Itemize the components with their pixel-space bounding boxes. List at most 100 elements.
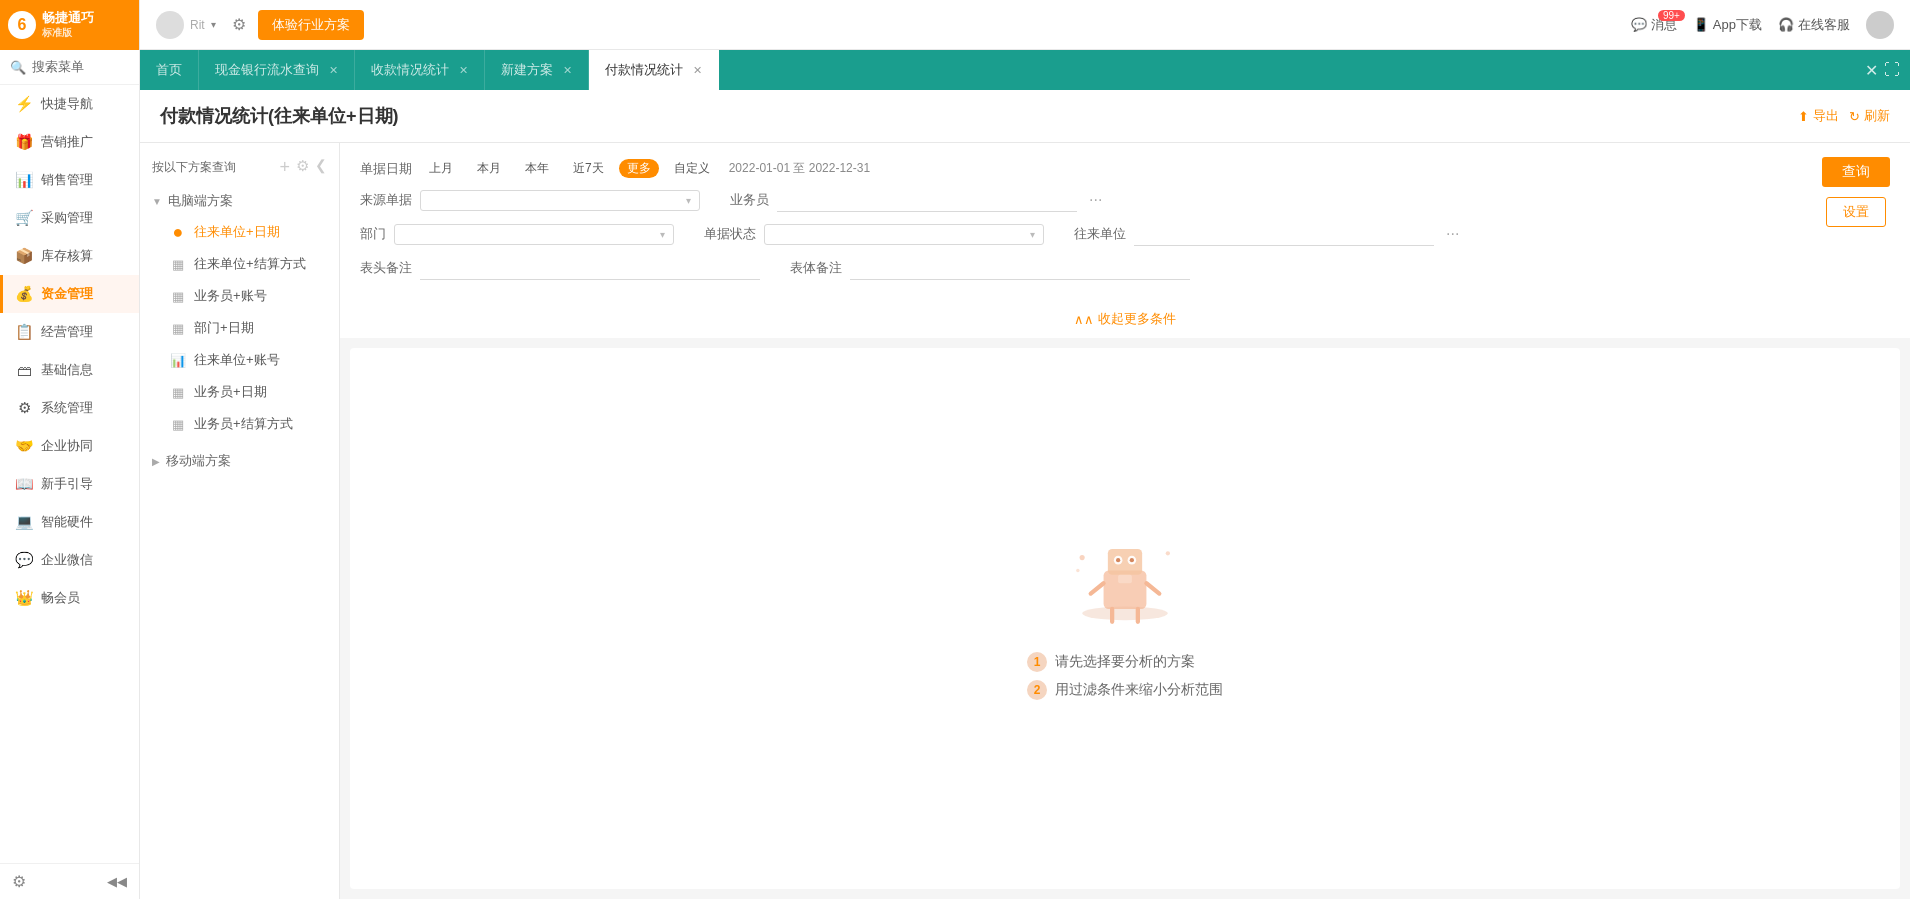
date-more-btn[interactable]: 更多 xyxy=(619,159,659,178)
sidebar-item-system[interactable]: ⚙系统管理 xyxy=(0,389,139,427)
pc-scheme-group-header[interactable]: ▼ 电脑端方案 xyxy=(140,186,339,216)
sidebar-item-hardware[interactable]: 💻智能硬件 xyxy=(0,503,139,541)
pc-group-label: 电脑端方案 xyxy=(168,192,233,210)
mobile-group-arrow-icon: ▶ xyxy=(152,456,160,467)
staff-dots-icon[interactable]: ··· xyxy=(1089,191,1102,209)
sidebar: 6 畅捷通巧 标准版 🔍 搜索菜单 ⚡快捷导航 🎁营销推广 📊销售管理 🛒采购管… xyxy=(0,0,140,899)
date-range-value: 2022-01-01 至 2022-12-31 xyxy=(729,160,870,177)
filter-left: 单据日期 上月 本月 本年 近7天 更多 自定义 2022-01-01 至 20… xyxy=(360,157,1802,290)
close-all-tabs-button[interactable]: ✕ xyxy=(1865,61,1878,80)
scheme-item-staff-date[interactable]: ▦ 业务员+日期 xyxy=(140,376,339,408)
sidebar-item-basic[interactable]: 🗃基础信息 xyxy=(0,351,139,389)
staff-label: 业务员 xyxy=(730,191,769,209)
status-select[interactable]: ▾ xyxy=(764,224,1044,245)
tab-bank-label: 现金银行流水查询 xyxy=(215,61,319,79)
refresh-button[interactable]: ↻ 刷新 xyxy=(1849,107,1890,125)
trial-industry-button[interactable]: 体验行业方案 xyxy=(258,10,364,40)
export-button[interactable]: ⬆ 导出 xyxy=(1798,107,1839,125)
body-wrapper: 按以下方案查询 + ⚙ ❮ ▼ 电脑端方案 ● 往来单位+日期 xyxy=(140,143,1910,899)
source-filter: 来源单据 ▾ xyxy=(360,190,700,211)
scheme-item-unit-date[interactable]: ● 往来单位+日期 xyxy=(140,216,339,248)
tab-receipt-close-icon[interactable]: ✕ xyxy=(459,64,468,77)
sales-icon: 📊 xyxy=(15,171,33,189)
unit-filter: 往来单位 ··· xyxy=(1074,222,1459,246)
search-menu[interactable]: 🔍 搜索菜单 xyxy=(0,50,139,85)
expand-tab-button[interactable]: ⛶ xyxy=(1884,61,1900,79)
date-last-month-btn[interactable]: 上月 xyxy=(420,157,462,180)
refresh-label: 刷新 xyxy=(1864,107,1890,125)
tab-new-scheme[interactable]: 新建方案 ✕ xyxy=(485,50,589,90)
tab-bank-close-icon[interactable]: ✕ xyxy=(329,64,338,77)
query-button[interactable]: 查询 xyxy=(1822,157,1890,187)
topbar-settings-icon[interactable]: ⚙ xyxy=(232,15,246,34)
footer-collapse-icon[interactable]: ◀◀ xyxy=(107,874,127,889)
header-note-input[interactable] xyxy=(420,256,760,280)
sidebar-item-inventory[interactable]: 📦库存核算 xyxy=(0,237,139,275)
tab-payment-close-icon[interactable]: ✕ xyxy=(693,64,702,77)
topbar: Rit ▾ ⚙ 体验行业方案 💬 消息 99+ 📱 App下载 🎧 在线客服 xyxy=(140,0,1910,50)
date-last-7-days-btn[interactable]: 近7天 xyxy=(564,157,613,180)
staff-input[interactable] xyxy=(777,188,1077,212)
sidebar-item-purchase[interactable]: 🛒采购管理 xyxy=(0,199,139,237)
sidebar-item-newbie[interactable]: 📖新手引导 xyxy=(0,465,139,503)
scheme-panel-actions: + ⚙ ❮ xyxy=(279,157,327,178)
source-select[interactable]: ▾ xyxy=(420,190,700,211)
status-chevron-icon: ▾ xyxy=(1030,229,1035,240)
pc-group-arrow-icon: ▼ xyxy=(152,196,162,207)
scheme-item-unit-account[interactable]: 📊 往来单位+账号 xyxy=(140,344,339,376)
page-title: 付款情况统计(往来单位+日期) xyxy=(160,104,399,128)
scheme-item-staff-account[interactable]: ▦ 业务员+账号 xyxy=(140,280,339,312)
tab-bank[interactable]: 现金银行流水查询 ✕ xyxy=(199,50,355,90)
scheme-settings-icon[interactable]: ⚙ xyxy=(296,157,309,178)
sidebar-item-finance[interactable]: 💰资金管理 xyxy=(0,275,139,313)
settings-button[interactable]: 设置 xyxy=(1826,197,1886,227)
tab-payment[interactable]: 付款情况统计 ✕ xyxy=(589,50,719,90)
sidebar-item-operation[interactable]: 📋经营管理 xyxy=(0,313,139,351)
profile-chevron-icon[interactable]: ▾ xyxy=(211,19,216,30)
user-avatar[interactable] xyxy=(1866,11,1894,39)
sidebar-item-marketing[interactable]: 🎁营销推广 xyxy=(0,123,139,161)
filter-row-1: 单据日期 上月 本月 本年 近7天 更多 自定义 2022-01-01 至 20… xyxy=(360,157,1890,290)
add-scheme-icon[interactable]: + xyxy=(279,157,290,178)
profile-name: Rit xyxy=(190,18,205,32)
tab-home[interactable]: 首页 xyxy=(140,50,199,90)
svg-point-13 xyxy=(1076,569,1079,572)
date-this-month-btn[interactable]: 本月 xyxy=(468,157,510,180)
date-custom-btn[interactable]: 自定义 xyxy=(665,157,719,180)
online-service-button[interactable]: 🎧 在线客服 xyxy=(1778,16,1850,34)
scheme-item-dept-date[interactable]: ▦ 部门+日期 xyxy=(140,312,339,344)
operation-icon: 📋 xyxy=(15,323,33,341)
sidebar-item-wechat[interactable]: 💬企业微信 xyxy=(0,541,139,579)
marketing-icon: 🎁 xyxy=(15,133,33,151)
query-actions-col: 查询 设置 xyxy=(1802,157,1890,227)
body-note-input[interactable] xyxy=(850,256,1190,280)
sidebar-item-enterprise[interactable]: 🤝企业协同 xyxy=(0,427,139,465)
unit-dots-icon[interactable]: ··· xyxy=(1446,225,1459,243)
sidebar-item-member[interactable]: 👑畅会员 xyxy=(0,579,139,617)
dept-select[interactable]: ▾ xyxy=(394,224,674,245)
filter-row-3-inner: 部门 ▾ 单据状态 xyxy=(360,222,1802,246)
sidebar-nav: ⚡快捷导航 🎁营销推广 📊销售管理 🛒采购管理 📦库存核算 💰资金管理 📋经营管… xyxy=(0,85,139,863)
scheme-item-unit-settle[interactable]: ▦ 往来单位+结算方式 xyxy=(140,248,339,280)
collapse-more-button[interactable]: ∧∧ 收起更多条件 xyxy=(1074,310,1176,328)
date-this-year-btn[interactable]: 本年 xyxy=(516,157,558,180)
message-button[interactable]: 💬 消息 99+ xyxy=(1631,16,1677,34)
mobile-scheme-group-header[interactable]: ▶ 移动端方案 xyxy=(140,446,339,476)
scheme-collapse-icon[interactable]: ❮ xyxy=(315,157,327,178)
unit-input[interactable] xyxy=(1134,222,1434,246)
topbar-profile[interactable]: Rit ▾ xyxy=(156,11,216,39)
dept-label: 部门 xyxy=(360,225,386,243)
sidebar-item-sales[interactable]: 📊销售管理 xyxy=(0,161,139,199)
tab-new-scheme-close-icon[interactable]: ✕ xyxy=(563,64,572,77)
tab-receipt[interactable]: 收款情况统计 ✕ xyxy=(355,50,485,90)
app-download-button[interactable]: 📱 App下载 xyxy=(1693,16,1762,34)
footer-settings-icon[interactable]: ⚙ xyxy=(12,872,26,891)
staff-account-icon: ▦ xyxy=(170,288,186,304)
quick-nav-icon: ⚡ xyxy=(15,95,33,113)
filter-row-2-inner: 来源单据 ▾ 业务员 ··· xyxy=(360,188,1802,212)
hardware-icon: 💻 xyxy=(15,513,33,531)
empty-illustration xyxy=(1065,529,1185,632)
sidebar-item-quick-nav[interactable]: ⚡快捷导航 xyxy=(0,85,139,123)
scheme-item-staff-settle[interactable]: ▦ 业务员+结算方式 xyxy=(140,408,339,440)
finance-icon: 💰 xyxy=(15,285,33,303)
